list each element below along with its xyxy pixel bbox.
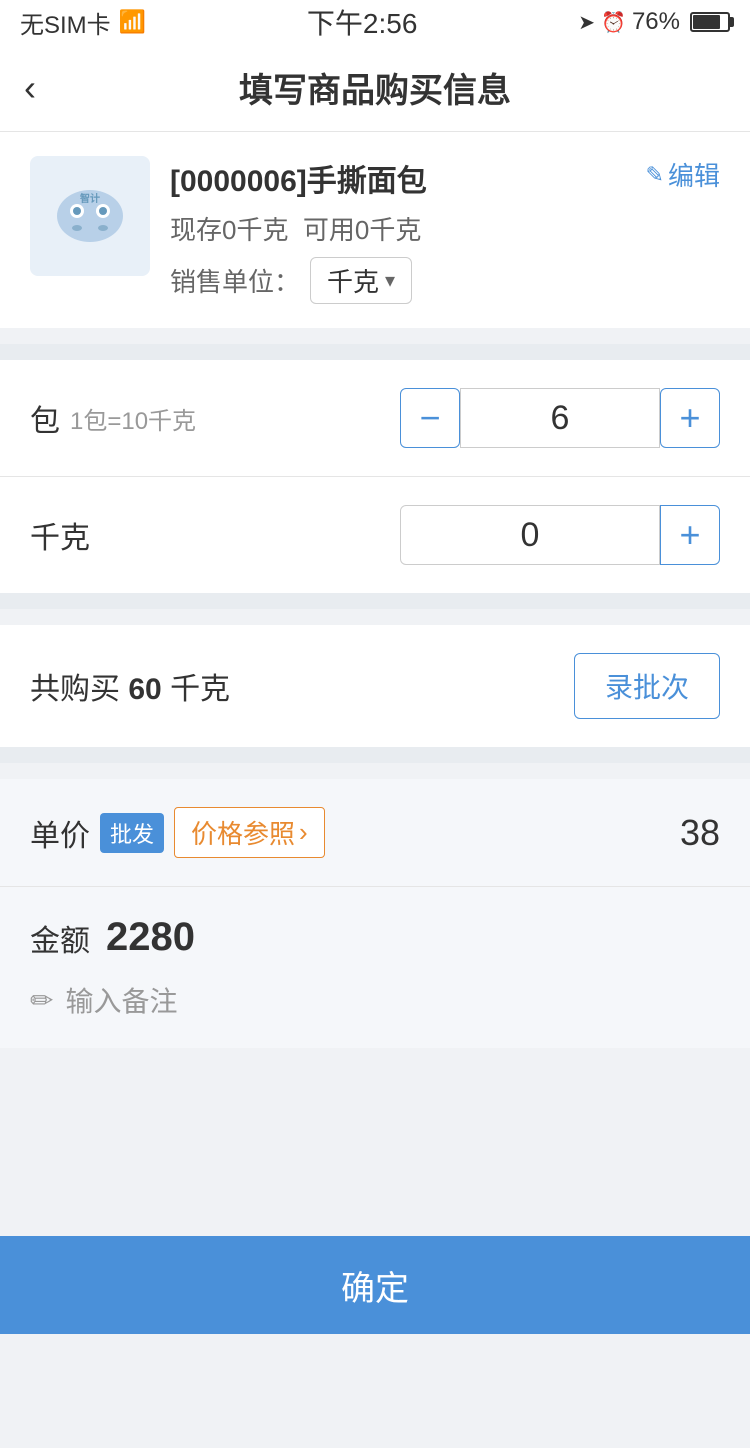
status-bar: 无SIM卡 📶 下午2:56 ➤ ⏰ 76%	[0, 0, 750, 44]
kg-label: 千克	[30, 513, 90, 557]
price-reference-button[interactable]: 价格参照 ›	[174, 807, 325, 858]
section-separator-2	[0, 593, 750, 609]
amount-section: 金额 2280 ✏ 输入备注	[0, 887, 750, 1048]
bag-increment-button[interactable]: +	[660, 388, 720, 448]
page-title: 填写商品购买信息	[239, 63, 511, 112]
unit-select[interactable]: 千克 ▾	[310, 257, 412, 304]
product-logo-icon: 智计	[55, 186, 125, 246]
remark-row[interactable]: ✏ 输入备注	[30, 980, 720, 1020]
product-name: [0000006]手撕面包	[170, 156, 720, 200]
alarm-icon: ⏰	[601, 10, 626, 35]
product-image: 智计	[30, 156, 150, 276]
carrier-label: 无SIM卡	[20, 5, 111, 40]
bag-input-control: − +	[400, 388, 720, 448]
section-separator	[0, 344, 750, 360]
battery-label: 76%	[632, 8, 680, 36]
kg-increment-button[interactable]: +	[660, 505, 720, 565]
bag-decrement-button[interactable]: −	[400, 388, 460, 448]
product-info: [0000006]手撕面包 现存0千克 可用0千克 销售单位： 千克 ▾	[170, 156, 720, 304]
bag-hint: 1包=10千克	[70, 401, 196, 436]
product-stock: 现存0千克 可用0千克	[170, 210, 720, 247]
amount-row: 金额 2280	[30, 915, 720, 960]
dropdown-arrow-icon: ▾	[385, 268, 395, 293]
price-section: 单价 批发 价格参照 › 38	[0, 779, 750, 887]
battery-icon	[690, 12, 730, 32]
remark-label: 输入备注	[65, 980, 177, 1020]
total-text: 共购买 60 千克	[30, 664, 230, 708]
amount-label: 金额	[30, 916, 90, 960]
back-button[interactable]: ‹	[24, 67, 36, 109]
bag-input-row: 包 1包=10千克 − +	[30, 360, 720, 476]
kg-input-row: 千克 +	[30, 477, 720, 593]
price-type-tag: 批发	[100, 813, 164, 853]
batch-button[interactable]: 录批次	[574, 653, 720, 719]
edit-button[interactable]: ✎ 编辑	[646, 156, 720, 193]
edit-icon: ✎	[646, 162, 664, 188]
location-icon: ➤	[578, 10, 595, 35]
kg-input-section: 千克 +	[0, 477, 750, 593]
bag-quantity-input[interactable]	[460, 388, 660, 448]
chevron-right-icon: ›	[299, 817, 308, 848]
kg-quantity-input[interactable]	[400, 505, 660, 565]
price-row: 单价 批发 价格参照 › 38	[0, 779, 750, 887]
price-value: 38	[680, 812, 720, 854]
time-label: 下午2:56	[307, 2, 418, 42]
bag-label: 包 1包=10千克	[30, 396, 196, 440]
section-separator-3	[0, 747, 750, 763]
confirm-button[interactable]: 确定	[0, 1236, 750, 1334]
status-left: 无SIM卡 📶	[20, 5, 146, 40]
amount-value: 2280	[106, 915, 195, 960]
price-label: 单价 批发 价格参照 ›	[30, 807, 325, 858]
wifi-icon: 📶	[119, 9, 146, 35]
svg-text:智计: 智计	[80, 192, 100, 205]
kg-input-control: +	[400, 505, 720, 565]
product-card: 智计 [0000006]手撕面包 现存0千克 可用0千克 销售单位： 千克 ▾ …	[0, 132, 750, 328]
pencil-icon: ✏	[30, 984, 53, 1017]
nav-bar: ‹ 填写商品购买信息	[0, 44, 750, 132]
bag-input-section: 包 1包=10千克 − +	[0, 360, 750, 476]
status-right: ➤ ⏰ 76%	[578, 8, 730, 36]
product-unit: 销售单位： 千克 ▾	[170, 257, 720, 304]
total-row: 共购买 60 千克 录批次	[0, 625, 750, 747]
